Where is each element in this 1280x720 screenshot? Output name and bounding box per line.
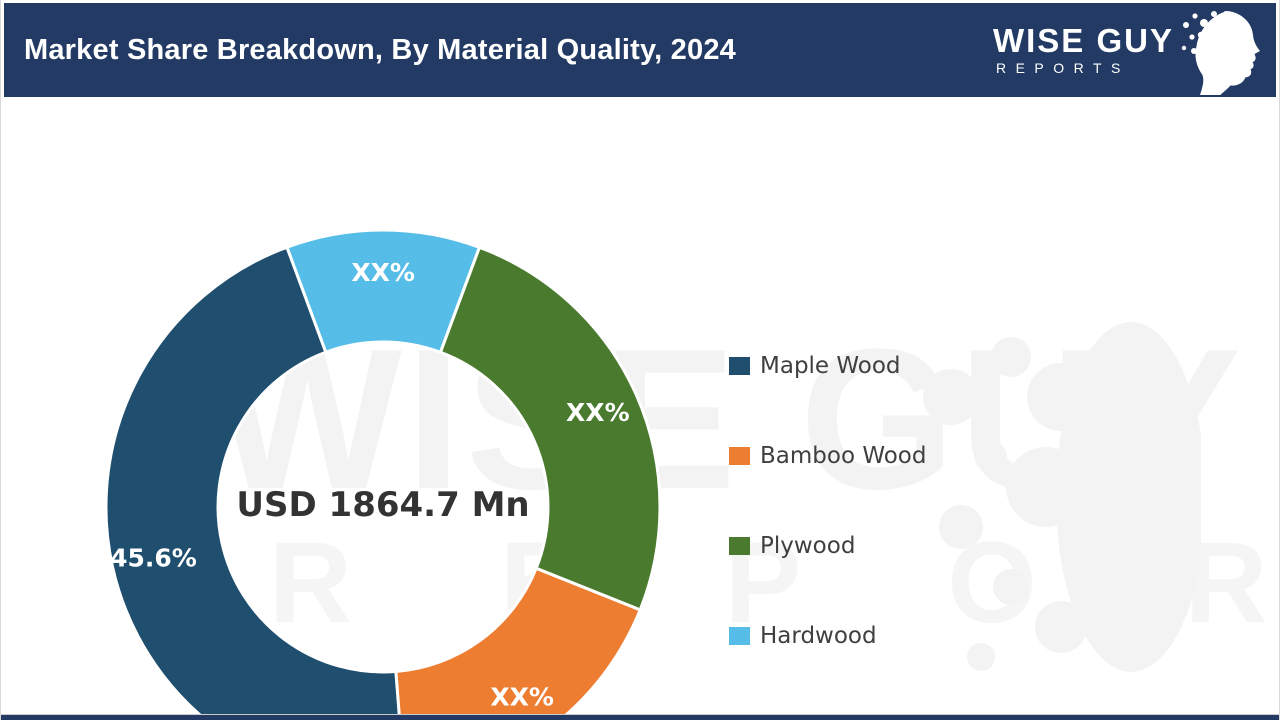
logo: WISE GUY REPORTS [993,5,1262,95]
legend-label: Maple Wood [760,353,901,379]
footer-bar [1,715,1279,720]
segment-label-maple-wood: 45.6% [110,543,197,572]
segment-label-plywood: XX% [566,398,630,427]
donut-chart: XX% XX% XX% 45.6% [104,228,662,720]
legend-item-plywood[interactable]: Plywood [729,529,926,563]
header-bar: Market Share Breakdown, By Material Qual… [4,3,1276,97]
watermark-face-icon [923,322,1201,672]
legend-swatch-icon [729,627,750,645]
legend-item-bamboo-wood[interactable]: Bamboo Wood [729,439,926,473]
legend-label: Plywood [760,533,856,559]
legend-swatch-icon [729,357,750,375]
legend-label: Bamboo Wood [760,443,927,469]
legend-item-maple-wood[interactable]: Maple Wood [729,349,926,383]
legend-swatch-icon [729,447,750,465]
logo-face-icon [1181,11,1260,95]
logo-text: WISE GUY REPORTS [993,24,1174,76]
chart-area: WISE GUY R E P O R T S XX%XX%XX%45.6% US… [1,97,1280,720]
logo-subtitle: REPORTS [995,60,1130,76]
segment-label-hardwood: XX% [351,258,415,287]
legend: Maple Wood Bamboo Wood Plywood Hardwood [729,349,926,709]
segment-label-bamboo-wood: XX% [490,682,554,711]
donut-center-value: USD 1864.7 Mn [236,485,530,525]
legend-label: Hardwood [760,623,877,649]
legend-swatch-icon [729,537,750,555]
donut-segment-plywood[interactable] [438,245,662,612]
page-title: Market Share Breakdown, By Material Qual… [24,33,736,66]
legend-item-hardwood[interactable]: Hardwood [729,619,926,653]
logo-wordmark: WISE GUY [992,22,1174,59]
